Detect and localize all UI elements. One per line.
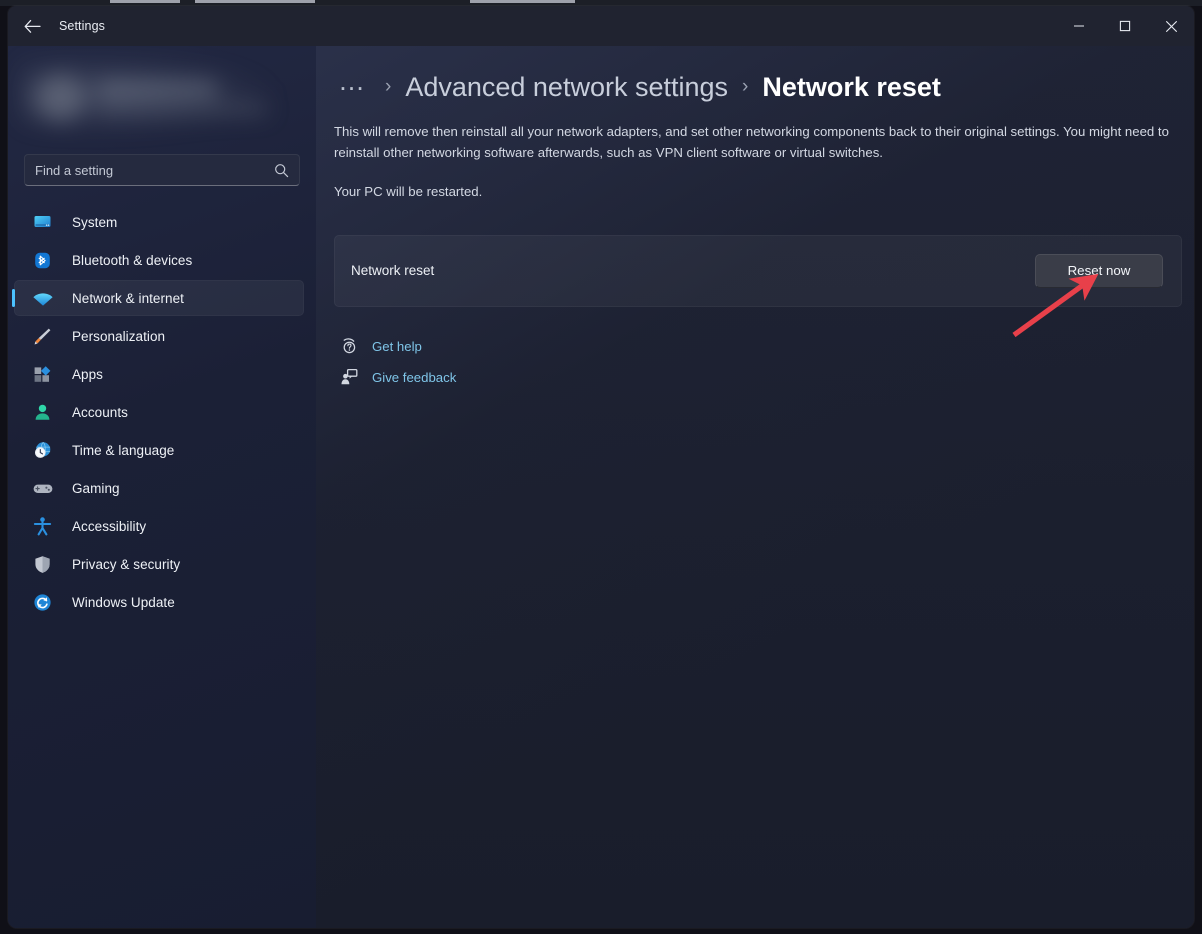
sidebar-item-label: Windows Update [72,594,175,610]
sidebar-item-system[interactable]: System [14,204,304,240]
reset-now-button[interactable]: Reset now [1035,253,1163,288]
give-feedback-link[interactable]: Give feedback [324,362,1194,393]
caption-buttons [1056,6,1194,46]
help-links: Get help Give feedback [324,331,1194,393]
sidebar-item-label: Gaming [72,480,120,496]
paintbrush-icon [32,325,58,347]
sidebar-item-label: Privacy & security [72,556,181,572]
search-input[interactable]: Find a setting [24,154,300,186]
sidebar-item-privacy-security[interactable]: Privacy & security [14,546,304,582]
sidebar-item-windows-update[interactable]: Windows Update [14,584,304,620]
gamepad-icon [32,477,58,499]
sidebar-nav: System Bluetooth & devices Network & int… [8,204,316,620]
sidebar-item-accessibility[interactable]: Accessibility [14,508,304,544]
maximize-button[interactable] [1102,6,1148,46]
main-content: … › Advanced network settings › Network … [316,46,1194,928]
feedback-person-icon [334,368,364,386]
sidebar-item-bluetooth-devices[interactable]: Bluetooth & devices [14,242,304,278]
breadcrumb-separator-2: › [742,76,749,97]
page-description: This will remove then reinstall all your… [334,124,1169,160]
breadcrumb-separator-1: › [385,76,392,97]
sidebar-item-time-language[interactable]: Time & language [14,432,304,468]
page-title: Network reset [762,71,941,102]
sidebar-item-label: Network & internet [72,290,184,306]
breadcrumb-overflow-button[interactable]: … [334,68,371,100]
sidebar-item-label: Accessibility [72,518,147,534]
desktop-backdrop: Settings Find a setting System Bluetooth… [0,0,1202,934]
help-question-icon [334,337,364,355]
bluetooth-icon [32,249,58,271]
network-reset-card: Network reset Reset now [334,234,1182,307]
network-reset-label: Network reset [351,263,435,278]
close-button[interactable] [1148,6,1194,46]
sidebar-item-network-internet[interactable]: Network & internet [12,280,304,316]
shield-icon [32,553,58,575]
sidebar: Find a setting System Bluetooth & device… [8,46,316,928]
person-icon [32,401,58,423]
give-feedback-label: Give feedback [372,369,457,385]
wifi-icon [32,287,58,309]
restart-note: Your PC will be restarted. [334,184,483,199]
clock-globe-icon [32,439,58,461]
get-help-link[interactable]: Get help [324,331,1194,362]
sidebar-item-accounts[interactable]: Accounts [14,394,304,430]
sidebar-item-label: Apps [72,366,103,382]
monitor-icon [32,211,58,233]
sidebar-item-label: System [72,214,118,230]
sidebar-item-label: Bluetooth & devices [72,252,193,268]
sidebar-item-apps[interactable]: Apps [14,356,304,392]
get-help-label: Get help [372,338,422,354]
update-refresh-icon [32,591,58,613]
sidebar-item-label: Personalization [72,328,166,344]
sidebar-item-label: Accounts [72,404,128,420]
accessibility-icon [32,515,58,537]
sidebar-item-label: Time & language [72,442,175,458]
breadcrumb: … › Advanced network settings › Network … [334,66,1194,108]
settings-window: Settings Find a setting System Bluetooth… [8,6,1194,928]
search-placeholder: Find a setting [35,162,114,178]
title-bar: Settings [8,6,1194,46]
back-button[interactable] [15,11,49,41]
sidebar-item-gaming[interactable]: Gaming [14,470,304,506]
apps-grid-icon [32,363,58,385]
minimize-button[interactable] [1056,6,1102,46]
search-icon [274,163,289,178]
breadcrumb-parent-link[interactable]: Advanced network settings [405,72,728,103]
account-header-blurred[interactable] [20,56,304,140]
sidebar-item-personalization[interactable]: Personalization [14,318,304,354]
window-title: Settings [59,19,105,33]
